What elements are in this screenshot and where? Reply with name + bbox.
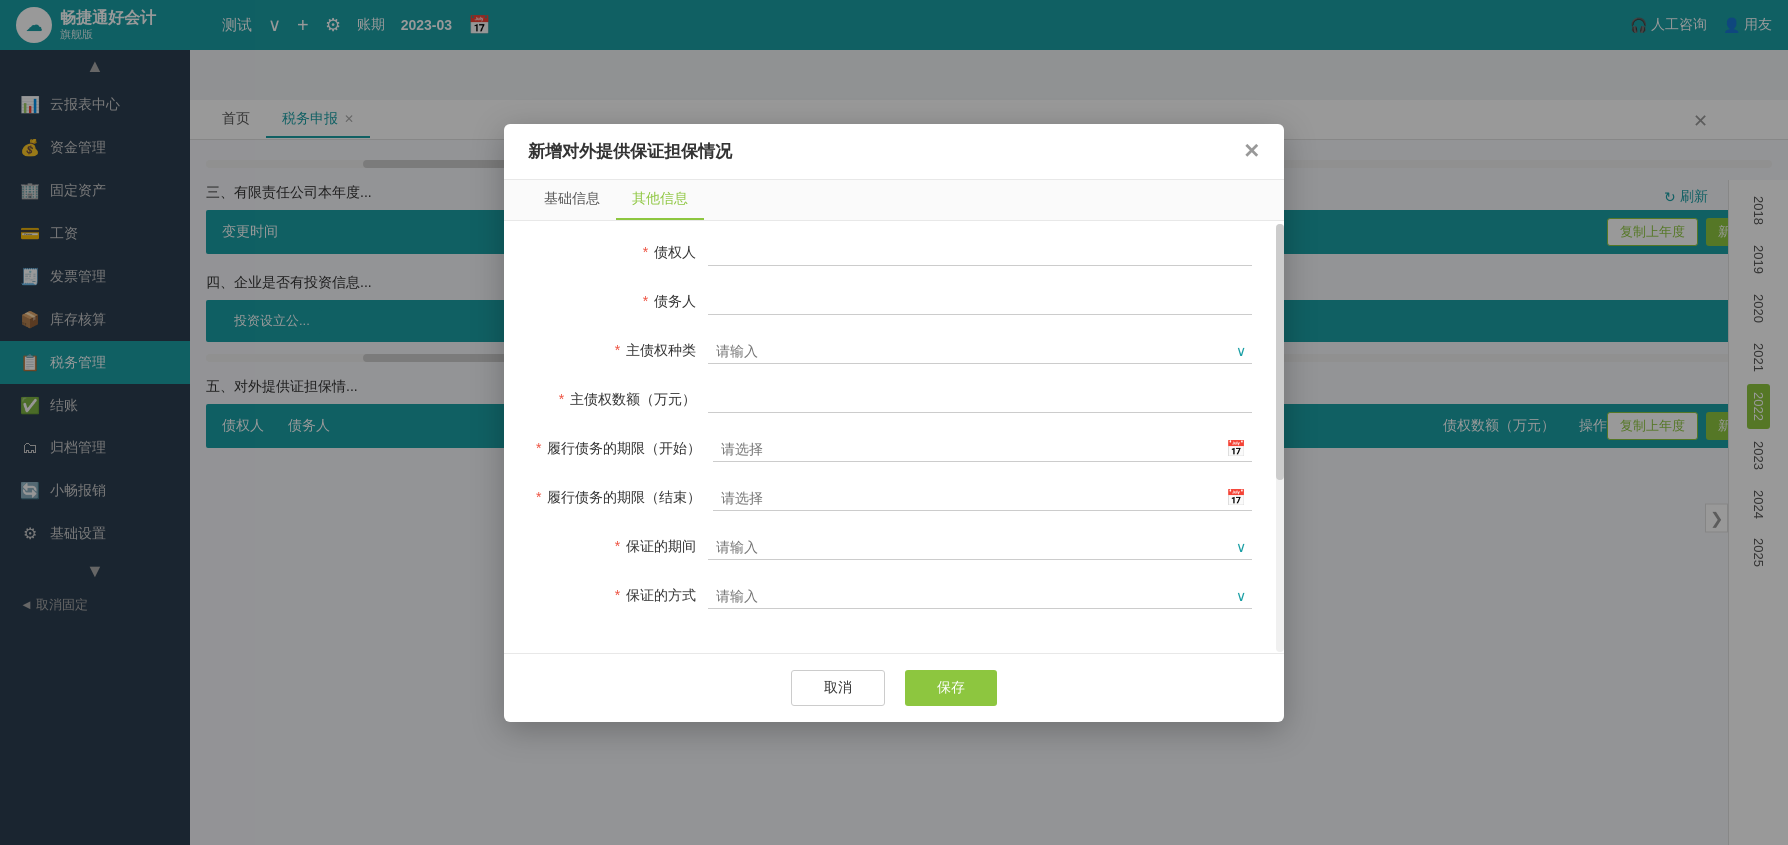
guarantee-period-chevron[interactable]: ∨	[1236, 539, 1252, 555]
debt-amount-label: * 主债权数额（万元）	[536, 391, 696, 409]
creditor-label: * 债权人	[536, 244, 696, 262]
guarantee-period-input[interactable]	[708, 535, 1236, 559]
guarantee-method-select-wrap: ∨	[708, 584, 1252, 609]
dialog-footer: 取消 保存	[504, 653, 1284, 722]
debtor-input[interactable]	[708, 290, 1252, 315]
dialog-tab-basic-info[interactable]: 基础信息	[528, 180, 616, 220]
period-end-calendar-icon[interactable]: 📅	[1226, 488, 1252, 507]
debt-amount-input[interactable]	[708, 388, 1252, 413]
debt-type-input[interactable]	[708, 339, 1236, 363]
form-row-period-start: * 履行债务的期限（开始） 📅	[536, 437, 1252, 462]
cancel-button[interactable]: 取消	[791, 670, 885, 706]
period-start-calendar-icon[interactable]: 📅	[1226, 439, 1252, 458]
dialog-title: 新增对外提供保证担保情况	[528, 140, 732, 163]
period-end-input[interactable]	[713, 486, 1226, 510]
period-end-wrap: 📅	[713, 486, 1252, 511]
dialog-tabs: 基础信息 其他信息	[504, 180, 1284, 221]
dialog-scrollbar[interactable]	[1276, 224, 1284, 652]
dialog: 新增对外提供保证担保情况 ✕ 基础信息 其他信息 * 债权人	[504, 124, 1284, 722]
guarantee-method-chevron[interactable]: ∨	[1236, 588, 1252, 604]
form-row-period-end: * 履行债务的期限（结束） 📅	[536, 486, 1252, 511]
period-start-label: * 履行债务的期限（开始）	[536, 440, 701, 458]
debt-type-chevron[interactable]: ∨	[1236, 343, 1252, 359]
dialog-body: * 债权人 * 债务人 * 主债权种类	[504, 221, 1284, 653]
debtor-label: * 债务人	[536, 293, 696, 311]
save-button[interactable]: 保存	[905, 670, 997, 706]
form-row-guarantee-period: * 保证的期间 ∨	[536, 535, 1252, 560]
creditor-input[interactable]	[708, 241, 1252, 266]
dialog-overlay: 新增对外提供保证担保情况 ✕ 基础信息 其他信息 * 债权人	[0, 0, 1788, 845]
debt-type-select-wrap: ∨	[708, 339, 1252, 364]
guarantee-period-label: * 保证的期间	[536, 538, 696, 556]
form-row-creditor: * 债权人	[536, 241, 1252, 266]
dialog-header: 新增对外提供保证担保情况 ✕	[504, 124, 1284, 180]
form-row-guarantee-method: * 保证的方式 ∨	[536, 584, 1252, 609]
period-start-wrap: 📅	[713, 437, 1252, 462]
guarantee-method-label: * 保证的方式	[536, 587, 696, 605]
guarantee-period-select-wrap: ∨	[708, 535, 1252, 560]
dialog-close-button[interactable]: ✕	[1243, 141, 1260, 161]
period-start-input[interactable]	[713, 437, 1226, 461]
guarantee-method-input[interactable]	[708, 584, 1236, 608]
dialog-scrollbar-thumb	[1276, 224, 1284, 481]
form-row-debtor: * 债务人	[536, 290, 1252, 315]
dialog-tab-other-info[interactable]: 其他信息	[616, 180, 704, 220]
debt-type-label: * 主债权种类	[536, 342, 696, 360]
form-row-debt-amount: * 主债权数额（万元）	[536, 388, 1252, 413]
period-end-label: * 履行债务的期限（结束）	[536, 489, 701, 507]
form-row-debt-type: * 主债权种类 ∨	[536, 339, 1252, 364]
